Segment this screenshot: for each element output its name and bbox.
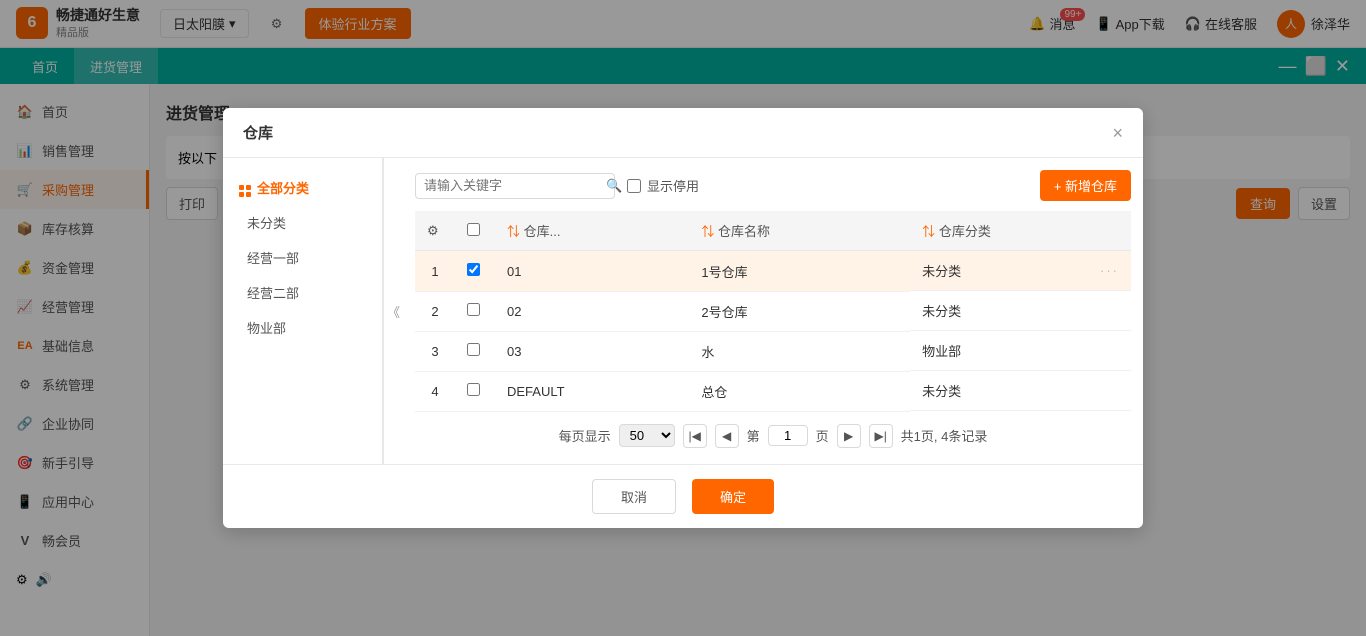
row-checkbox[interactable] (467, 343, 480, 356)
new-warehouse-button[interactable]: + 新增仓库 (1040, 170, 1131, 201)
row-checkbox-cell (455, 371, 495, 411)
col-name: ⇅ 仓库名称 (689, 211, 910, 251)
prev-page-button[interactable]: ◀ (715, 424, 739, 448)
all-categories-item[interactable]: 全部分类 (223, 170, 382, 205)
last-page-button[interactable]: ▶| (869, 424, 893, 448)
row-name: 1号仓库 (689, 251, 910, 292)
table-row[interactable]: 4 DEFAULT 总仓 未分类 (415, 371, 1131, 411)
row-category: 未分类 (910, 371, 1131, 411)
sort-icon-cat: ⇅ (922, 224, 935, 239)
modal-close-button[interactable]: × (1112, 124, 1123, 142)
row-checkbox[interactable] (467, 303, 480, 316)
category-item-property[interactable]: 物业部 (223, 310, 382, 345)
table-row[interactable]: 1 01 1号仓库 未分类 ··· (415, 251, 1131, 292)
row-index: 3 (415, 331, 455, 371)
search-box: 🔍 (415, 173, 615, 199)
per-page-select[interactable]: 50 20 100 (619, 424, 675, 447)
collapse-panel-button[interactable]: 《 (383, 158, 403, 464)
search-input[interactable] (424, 178, 600, 193)
grid-icon (239, 178, 251, 197)
table-row[interactable]: 3 03 水 物业部 (415, 331, 1131, 371)
row-checkbox-cell (455, 331, 495, 371)
category-item-dept1[interactable]: 经营一部 (223, 240, 382, 275)
row-name: 总仓 (689, 371, 910, 411)
row-checkbox[interactable] (467, 263, 480, 276)
table-toolbar: 🔍 显示停用 + 新增仓库 (415, 170, 1131, 201)
category-item-dept2[interactable]: 经营二部 (223, 275, 382, 310)
modal-title: 仓库 (243, 122, 273, 143)
page-number-input[interactable] (768, 425, 808, 446)
row-name: 2号仓库 (689, 291, 910, 331)
next-page-button[interactable]: ▶ (837, 424, 861, 448)
search-icon: 🔍 (606, 178, 622, 194)
warehouse-table: ⚙ ⇅ 仓库... ⇅ 仓库名称 (415, 211, 1131, 412)
cancel-button[interactable]: 取消 (592, 479, 676, 514)
row-checkbox[interactable] (467, 383, 480, 396)
row-code: 03 (495, 331, 689, 371)
modal-body: 全部分类 未分类 经营一部 经营二部 物业部 《 🔍 (223, 158, 1143, 464)
first-page-button[interactable]: |◀ (683, 424, 707, 448)
row-category: 未分类 (910, 291, 1131, 331)
row-category: 物业部 (910, 331, 1131, 371)
modal-footer: 取消 确定 (223, 464, 1143, 528)
sort-icon-name: ⇅ (701, 224, 714, 239)
row-checkbox-cell (455, 291, 495, 331)
warehouse-modal: 仓库 × 全部分类 未分类 经营一部 经营二部 物业 (223, 108, 1143, 528)
table-area: 🔍 显示停用 + 新增仓库 ⚙ (403, 158, 1143, 464)
category-panel: 全部分类 未分类 经营一部 经营二部 物业部 (223, 158, 383, 464)
row-category: 未分类 ··· (910, 251, 1131, 291)
modal-header: 仓库 × (223, 108, 1143, 158)
pagination: 每页显示 50 20 100 |◀ ◀ 第 页 ▶ ▶| 共1页, 4条记录 (415, 412, 1131, 452)
row-index: 2 (415, 291, 455, 331)
row-code: 01 (495, 251, 689, 292)
row-code: 02 (495, 291, 689, 331)
table-scroll-area: ⚙ ⇅ 仓库... ⇅ 仓库名称 (415, 211, 1131, 412)
category-item-unclassified[interactable]: 未分类 (223, 205, 382, 240)
col-checkbox (455, 211, 495, 251)
total-info: 共1页, 4条记录 (901, 426, 988, 445)
show-disabled-checkbox[interactable] (627, 179, 641, 193)
page-label: 第 (747, 426, 760, 445)
table-row[interactable]: 2 02 2号仓库 未分类 (415, 291, 1131, 331)
col-code: ⇅ 仓库... (495, 211, 689, 251)
col-gear: ⚙ (415, 211, 455, 251)
row-code: DEFAULT (495, 371, 689, 411)
row-checkbox-cell (455, 251, 495, 292)
show-disabled-area: 显示停用 (627, 176, 699, 195)
page-suffix: 页 (816, 426, 829, 445)
row-name: 水 (689, 331, 910, 371)
row-index: 1 (415, 251, 455, 292)
show-disabled-label: 显示停用 (647, 176, 699, 195)
confirm-button[interactable]: 确定 (692, 479, 774, 514)
row-index: 4 (415, 371, 455, 411)
col-category: ⇅ 仓库分类 (910, 211, 1131, 251)
row-actions-button[interactable]: ··· (1100, 263, 1119, 278)
modal-overlay: 仓库 × 全部分类 未分类 经营一部 经营二部 物业 (0, 0, 1366, 636)
select-all-checkbox[interactable] (467, 223, 480, 236)
per-page-label: 每页显示 (559, 426, 611, 445)
sort-icon: ⇅ (507, 224, 520, 239)
